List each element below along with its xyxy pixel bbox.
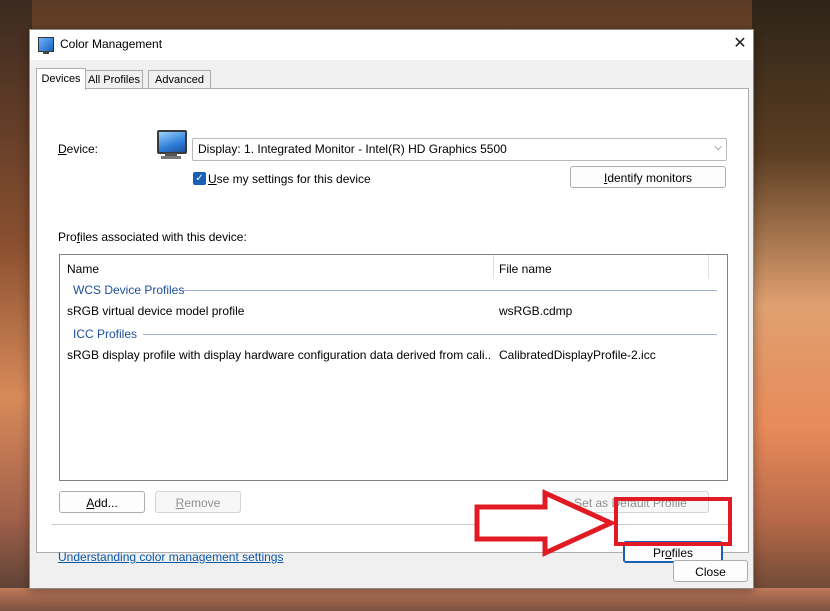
column-divider[interactable] bbox=[493, 255, 494, 279]
device-select-value: Display: 1. Integrated Monitor - Intel(R… bbox=[198, 142, 507, 156]
window-title: Color Management bbox=[60, 37, 163, 51]
identify-monitors-button[interactable]: Identify monitors bbox=[570, 166, 726, 188]
monitor-icon bbox=[156, 128, 187, 162]
chevron-down-icon: ⌵ bbox=[714, 142, 722, 153]
desktop-wallpaper-bottom bbox=[0, 588, 830, 611]
device-select[interactable]: Display: 1. Integrated Monitor - Intel(R… bbox=[192, 138, 727, 161]
column-header-name[interactable]: Name bbox=[67, 262, 99, 276]
profile-name-cell: sRGB display profile with display hardwa… bbox=[67, 348, 492, 362]
color-management-app-icon bbox=[38, 37, 54, 54]
remove-button[interactable]: Remove bbox=[155, 491, 241, 513]
desktop-wallpaper-left bbox=[0, 0, 32, 611]
tab-advanced[interactable]: Advanced bbox=[148, 70, 211, 89]
annotation-highlight-box bbox=[614, 497, 732, 546]
profile-file-cell: CalibratedDisplayProfile-2.icc bbox=[499, 348, 656, 362]
column-divider[interactable] bbox=[708, 255, 709, 279]
annotation-arrow-icon bbox=[474, 489, 615, 557]
group-header-icc: ICC Profiles bbox=[73, 327, 138, 341]
close-window-icon[interactable]: ✕ bbox=[730, 34, 750, 54]
profiles-section-label: Profiles associated with this device: bbox=[58, 230, 247, 244]
close-button[interactable]: Close bbox=[673, 560, 748, 582]
title-bar: Color Management ✕ bbox=[30, 30, 753, 60]
group-divider bbox=[183, 290, 717, 291]
profiles-list[interactable]: Name File name WCS Device Profiles sRGB … bbox=[59, 254, 728, 481]
tab-all-profiles[interactable]: All Profiles bbox=[85, 70, 143, 89]
add-button[interactable]: Add... bbox=[59, 491, 145, 513]
device-label: Device: bbox=[58, 142, 99, 156]
group-divider bbox=[143, 334, 717, 335]
profile-name-cell: sRGB virtual device model profile bbox=[67, 304, 245, 318]
desktop-wallpaper-right bbox=[752, 0, 830, 611]
understanding-color-management-link[interactable]: Understanding color management settings bbox=[58, 550, 283, 564]
tab-devices[interactable]: Devices bbox=[36, 68, 86, 90]
use-my-settings-checkbox[interactable]: ✓ bbox=[193, 172, 206, 185]
column-header-file-name[interactable]: File name bbox=[499, 262, 552, 276]
group-header-wcs: WCS Device Profiles bbox=[73, 283, 185, 297]
profile-file-cell: wsRGB.cdmp bbox=[499, 304, 573, 318]
use-my-settings-label[interactable]: Use my settings for this device bbox=[208, 172, 371, 186]
devices-panel: Device: Display: 1. Integrated Monitor -… bbox=[36, 88, 749, 564]
